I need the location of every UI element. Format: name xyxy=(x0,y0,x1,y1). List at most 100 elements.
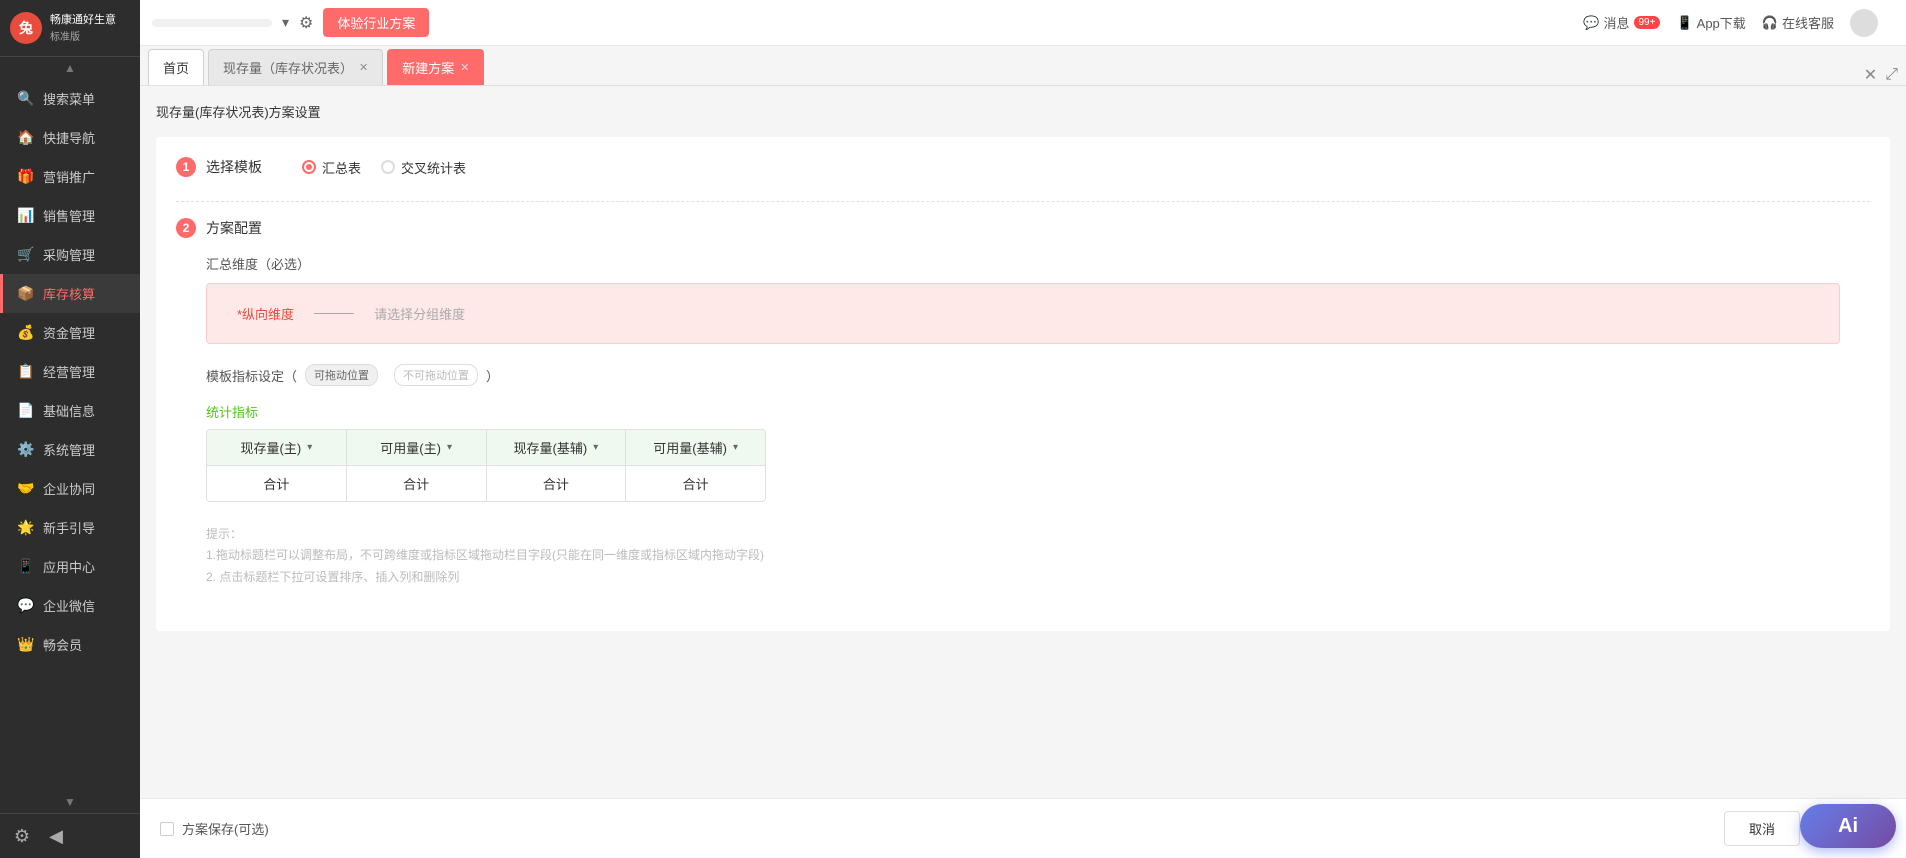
save-option-label: 方案保存(可选) xyxy=(182,819,269,838)
cart-icon: 🛒 xyxy=(17,246,35,264)
tips-section: 提示： 1.拖动标题栏可以调整布局，不可跨维度或指标区域拖动栏目字段(只能在同一… xyxy=(206,525,1870,587)
phone-download-icon: 📱 xyxy=(1676,15,1692,31)
tab-new-close[interactable]: ✕ xyxy=(460,61,469,74)
sidebar-item-system[interactable]: ⚙️ 系统管理 xyxy=(0,430,140,469)
trial-button[interactable]: 体验行业方案 xyxy=(323,8,429,37)
content-area: 现存量(库存状况表)方案设置 1 选择模板 汇总表 交叉统计表 xyxy=(140,86,1906,798)
radio-summary[interactable]: 汇总表 xyxy=(302,158,361,177)
gift-icon: 🎁 xyxy=(17,168,35,186)
dimension-placeholder: 请选择分组维度 xyxy=(374,304,465,323)
sidebar-item-enterprise[interactable]: 🤝 企业协同 xyxy=(0,469,140,508)
topbar-gear-icon[interactable]: ⚙ xyxy=(299,13,313,33)
step1-title: 选择模板 xyxy=(206,157,262,177)
stats-col-2[interactable]: 现存量(基辅) ▾ xyxy=(487,430,627,465)
chevron-down-icon-0[interactable]: ▾ xyxy=(307,442,312,453)
headset-icon: 🎧 xyxy=(1762,15,1778,31)
chevron-down-icon-1[interactable]: ▾ xyxy=(447,442,452,453)
sidebar-item-member[interactable]: 👑 畅会员 xyxy=(0,625,140,664)
template-radio-group: 汇总表 交叉统计表 xyxy=(302,158,466,177)
sidebar-item-basic-info[interactable]: 📄 基础信息 xyxy=(0,391,140,430)
tab-inventory[interactable]: 现存量（库存状况表） ✕ xyxy=(208,49,383,85)
message-badge: 99+ xyxy=(1634,16,1661,29)
stats-col-0[interactable]: 现存量(主) ▾ xyxy=(207,430,347,465)
search-icon: 🔍 xyxy=(17,90,35,108)
tab-inventory-close[interactable]: ✕ xyxy=(359,61,368,74)
topbar: ▾ ⚙ 体验行业方案 💬 消息 99+ 📱 App下载 🎧 在线客服 xyxy=(140,0,1906,46)
tips-title: 提示： xyxy=(206,525,1870,542)
home-icon: 🏠 xyxy=(17,129,35,147)
radio-cross[interactable]: 交叉统计表 xyxy=(381,158,466,177)
drag-badge: 可拖动位置 xyxy=(305,364,378,386)
topbar-dropdown[interactable]: ▾ xyxy=(282,14,289,31)
tab-new-scheme[interactable]: 新建方案 ✕ xyxy=(387,49,484,85)
close-window-btn[interactable]: ✕ xyxy=(1864,65,1877,85)
crown-icon: 👑 xyxy=(17,636,35,654)
sidebar-item-app-center[interactable]: 📱 应用中心 xyxy=(0,547,140,586)
sidebar-item-new-guide[interactable]: 🌟 新手引导 xyxy=(0,508,140,547)
sidebar: 兔 畅康通好生意 标准版 ▲ 🔍 搜索菜单 🏠 快捷导航 🎁 营销推广 📊 销售… xyxy=(0,0,140,858)
gear-icon: ⚙️ xyxy=(17,441,35,459)
phone-icon: 📱 xyxy=(17,558,35,576)
tabs-window-controls: ✕ ⤢ xyxy=(1864,65,1898,85)
sidebar-item-finance[interactable]: 💰 资金管理 xyxy=(0,313,140,352)
sidebar-item-wechat[interactable]: 💬 企业微信 xyxy=(0,586,140,625)
expand-window-btn[interactable]: ⤢ xyxy=(1885,66,1898,84)
chart-icon: 📊 xyxy=(17,207,35,225)
chevron-down-icon-3[interactable]: ▾ xyxy=(733,442,738,453)
doc-icon: 📄 xyxy=(17,402,35,420)
vertical-dimension-label: *纵向维度 xyxy=(237,304,294,323)
stats-section: 统计指标 现存量(主) ▾ 可用量(主) ▾ xyxy=(206,402,1870,505)
user-avatar[interactable] xyxy=(1850,9,1878,37)
dimension-box[interactable]: *纵向维度 请选择分组维度 xyxy=(206,283,1840,344)
tabs-bar: 首页 现存量（库存状况表） ✕ 新建方案 ✕ ✕ ⤢ xyxy=(140,46,1906,86)
step2-number: 2 xyxy=(176,218,196,238)
stats-col-1[interactable]: 可用量(主) ▾ xyxy=(347,430,487,465)
online-service-btn[interactable]: 🎧 在线客服 xyxy=(1762,13,1834,32)
sidebar-scroll-down[interactable]: ▼ xyxy=(0,791,140,813)
sidebar-item-sales[interactable]: 📊 销售管理 xyxy=(0,196,140,235)
stats-label: 统计指标 xyxy=(206,402,1870,421)
sidebar-item-operations[interactable]: 📋 经营管理 xyxy=(0,352,140,391)
money-icon: 💰 xyxy=(17,324,35,342)
message-btn[interactable]: 💬 消息 99+ xyxy=(1583,13,1660,32)
sidebar-item-search[interactable]: 🔍 搜索菜单 xyxy=(0,79,140,118)
message-icon: 💬 xyxy=(1583,15,1599,31)
tip-item-0: 1.拖动标题栏可以调整布局，不可跨维度或指标区域拖动栏目字段(只能在同一维度或指… xyxy=(206,546,1870,565)
sidebar-scroll-up[interactable]: ▲ xyxy=(0,57,140,79)
radio-cross-circle xyxy=(381,160,395,174)
stats-cell-3: 合计 xyxy=(626,466,765,501)
sidebar-item-purchase[interactable]: 🛒 采购管理 xyxy=(0,235,140,274)
sidebar-bottom: ⚙ ◀ xyxy=(0,813,140,858)
cancel-button[interactable]: 取消 xyxy=(1724,811,1800,846)
sidebar-item-quick-nav[interactable]: 🏠 快捷导航 xyxy=(0,118,140,157)
sidebar-item-inventory[interactable]: 📦 库存核算 xyxy=(0,274,140,313)
logo-text: 畅康通好生意 标准版 xyxy=(50,13,116,43)
settings-bottom-btn[interactable]: ⚙ xyxy=(10,824,34,848)
dimension-row: *纵向维度 请选择分组维度 xyxy=(237,304,1809,323)
footer: 方案保存(可选) 取消 查询 xyxy=(140,798,1906,858)
indicator-settings: 模板指标设定（ 可拖动位置 不可拖动位置 ） xyxy=(206,364,1870,386)
settings-card: 1 选择模板 汇总表 交叉统计表 xyxy=(156,137,1890,631)
radio-summary-circle xyxy=(302,160,316,174)
step2-header: 2 方案配置 xyxy=(176,218,1870,238)
save-checkbox[interactable] xyxy=(160,822,174,836)
tab-home[interactable]: 首页 xyxy=(148,49,204,85)
sidebar-item-marketing[interactable]: 🎁 营销推广 xyxy=(0,157,140,196)
app-download-btn[interactable]: 📱 App下载 xyxy=(1676,13,1745,32)
sidebar-logo: 兔 畅康通好生意 标准版 xyxy=(0,0,140,57)
topbar-search-box xyxy=(152,19,272,27)
step2-title: 方案配置 xyxy=(206,218,262,238)
step2: 2 方案配置 汇总维度（必选） *纵向维度 请选择分组维度 模板指标设定（ 可拖… xyxy=(176,218,1870,587)
tab-new-label: 新建方案 xyxy=(402,58,454,77)
chevron-down-icon-2[interactable]: ▾ xyxy=(593,442,598,453)
stats-cell-1: 合计 xyxy=(347,466,487,501)
tab-home-label: 首页 xyxy=(163,58,189,77)
stats-table-header: 现存量(主) ▾ 可用量(主) ▾ 现存量(基辅) ▾ xyxy=(207,430,765,465)
stats-table-body: 合计 合计 合计 合计 xyxy=(207,465,765,501)
collapse-btn[interactable]: ◀ xyxy=(44,824,68,848)
topbar-right: 💬 消息 99+ 📱 App下载 🎧 在线客服 xyxy=(1583,9,1894,37)
stats-col-3[interactable]: 可用量(基辅) ▾ xyxy=(626,430,765,465)
main-content: ▾ ⚙ 体验行业方案 💬 消息 99+ 📱 App下载 🎧 在线客服 首页 xyxy=(140,0,1906,858)
ai-float-button[interactable]: Ai xyxy=(1800,804,1896,848)
star-icon: 🌟 xyxy=(17,519,35,537)
